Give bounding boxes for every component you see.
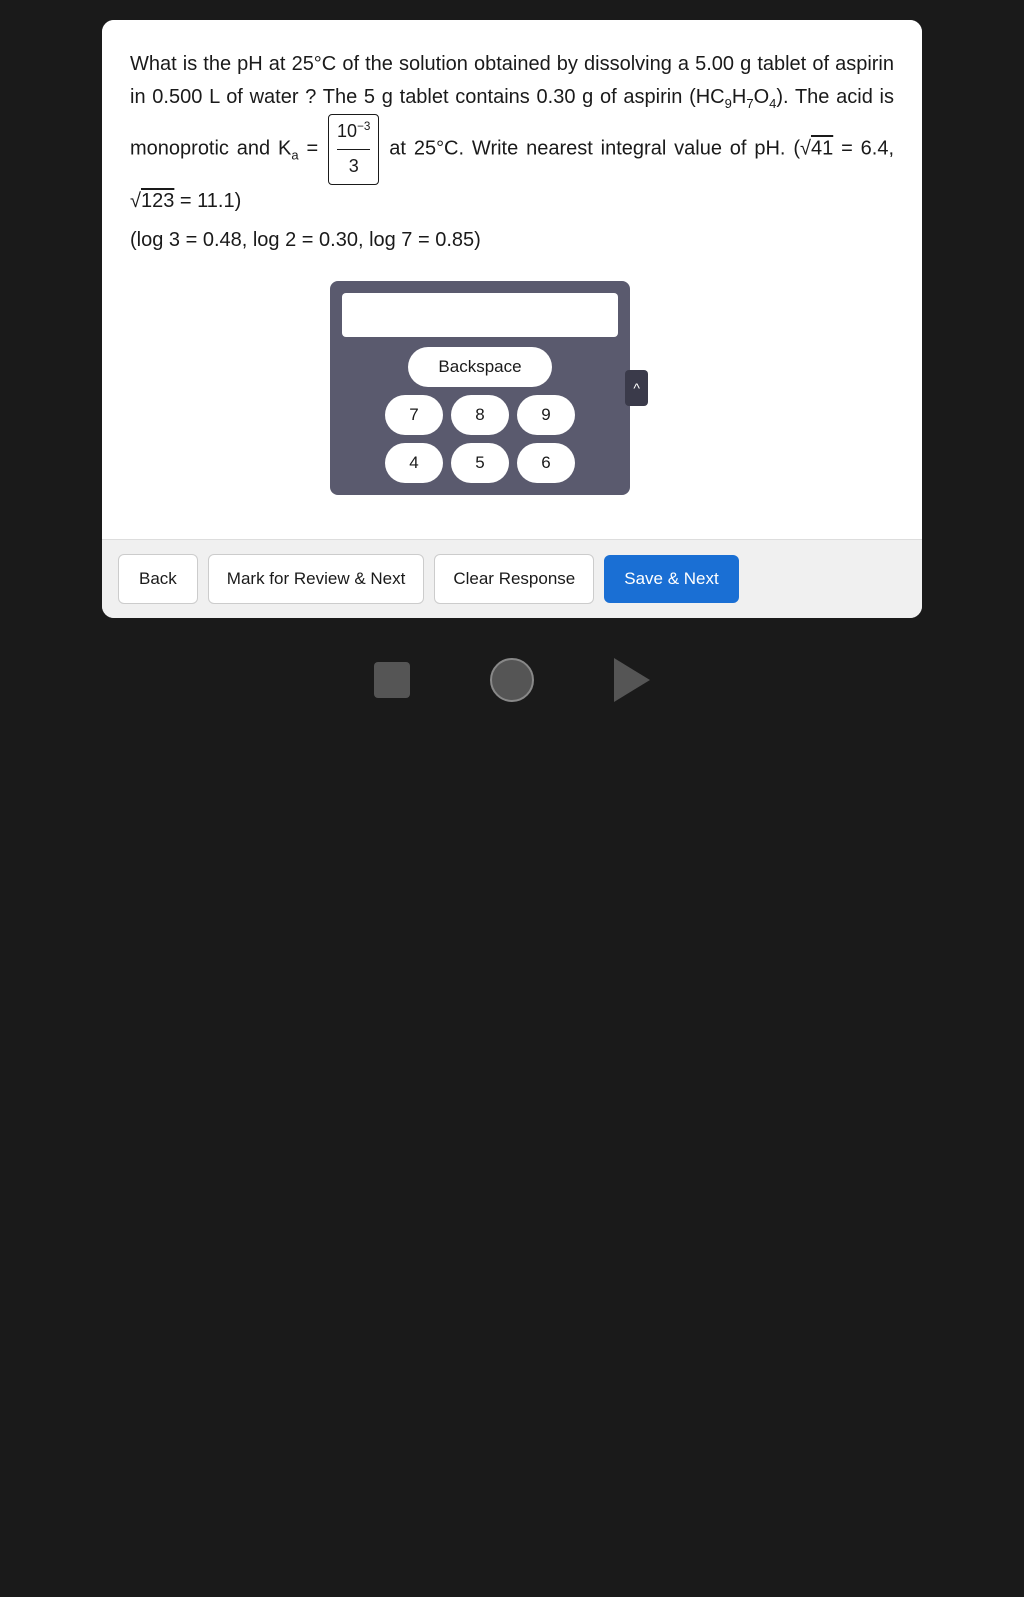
action-bar: Back Mark for Review & Next Clear Respon… [102,539,922,618]
tablet-frame: What is the pH at 25°C of the solution o… [102,20,922,618]
log-values: (log 3 = 0.48, log 2 = 0.30, log 7 = 0.8… [130,224,894,257]
mark-review-button[interactable]: Mark for Review & Next [208,554,425,604]
sqrt-41: 41 [811,138,833,160]
home-circle-icon[interactable] [490,658,534,702]
calc-row-789: 7 8 9 [342,395,618,435]
question-text: What is the pH at 25°C of the solution o… [130,48,894,218]
fraction-numerator: 10−3 [337,117,370,150]
calc-backspace-row: Backspace [342,347,618,387]
fraction-denominator: 3 [349,150,359,182]
ka-fraction: 10−3 3 [328,114,379,184]
calc-btn-9[interactable]: 9 [517,395,575,435]
calculator: Backspace 7 8 9 4 5 6 [330,281,630,495]
backspace-button[interactable]: Backspace [408,347,551,387]
calc-btn-7[interactable]: 7 [385,395,443,435]
clear-response-button[interactable]: Clear Response [434,554,594,604]
save-next-button[interactable]: Save & Next [604,555,739,603]
bottom-nav [374,658,650,702]
sqrt-123: 123 [141,190,174,212]
calc-row-456: 4 5 6 [342,443,618,483]
calc-btn-8[interactable]: 8 [451,395,509,435]
caret-button[interactable]: ^ [625,370,648,406]
question-area: What is the pH at 25°C of the solution o… [102,20,922,539]
calc-btn-5[interactable]: 5 [451,443,509,483]
calc-display[interactable] [342,293,618,337]
calc-btn-4[interactable]: 4 [385,443,443,483]
home-square-icon[interactable] [374,662,410,698]
back-button[interactable]: Back [118,554,198,604]
back-triangle-icon[interactable] [614,658,650,702]
calc-btn-6[interactable]: 6 [517,443,575,483]
